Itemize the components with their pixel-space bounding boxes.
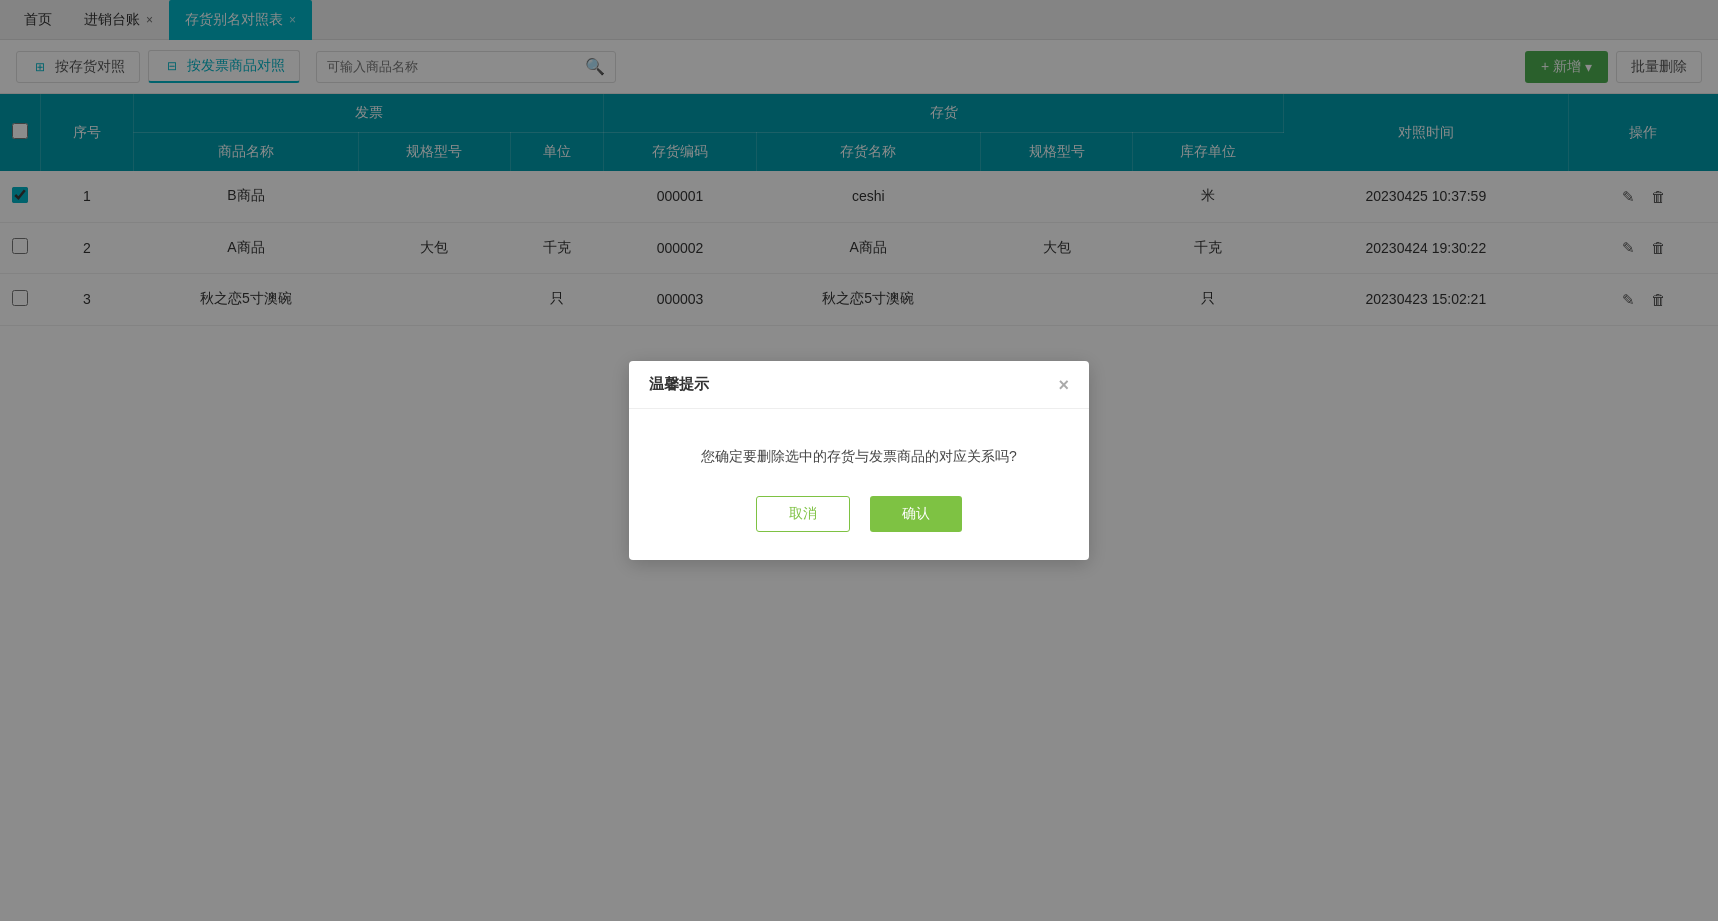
dialog-footer: 取消 确认 <box>629 496 1089 560</box>
dialog-confirm-button[interactable]: 确认 <box>870 496 962 532</box>
dialog-overlay: 温馨提示 × 您确定要删除选中的存货与发票商品的对应关系吗? 取消 确认 <box>0 0 1718 921</box>
dialog-body: 您确定要删除选中的存货与发票商品的对应关系吗? <box>629 409 1089 495</box>
confirm-dialog: 温馨提示 × 您确定要删除选中的存货与发票商品的对应关系吗? 取消 确认 <box>629 361 1089 559</box>
dialog-header: 温馨提示 × <box>629 361 1089 409</box>
dialog-title: 温馨提示 <box>649 375 709 394</box>
dialog-message: 您确定要删除选中的存货与发票商品的对应关系吗? <box>701 448 1017 464</box>
dialog-cancel-button[interactable]: 取消 <box>756 496 850 532</box>
dialog-close-button[interactable]: × <box>1058 376 1069 394</box>
